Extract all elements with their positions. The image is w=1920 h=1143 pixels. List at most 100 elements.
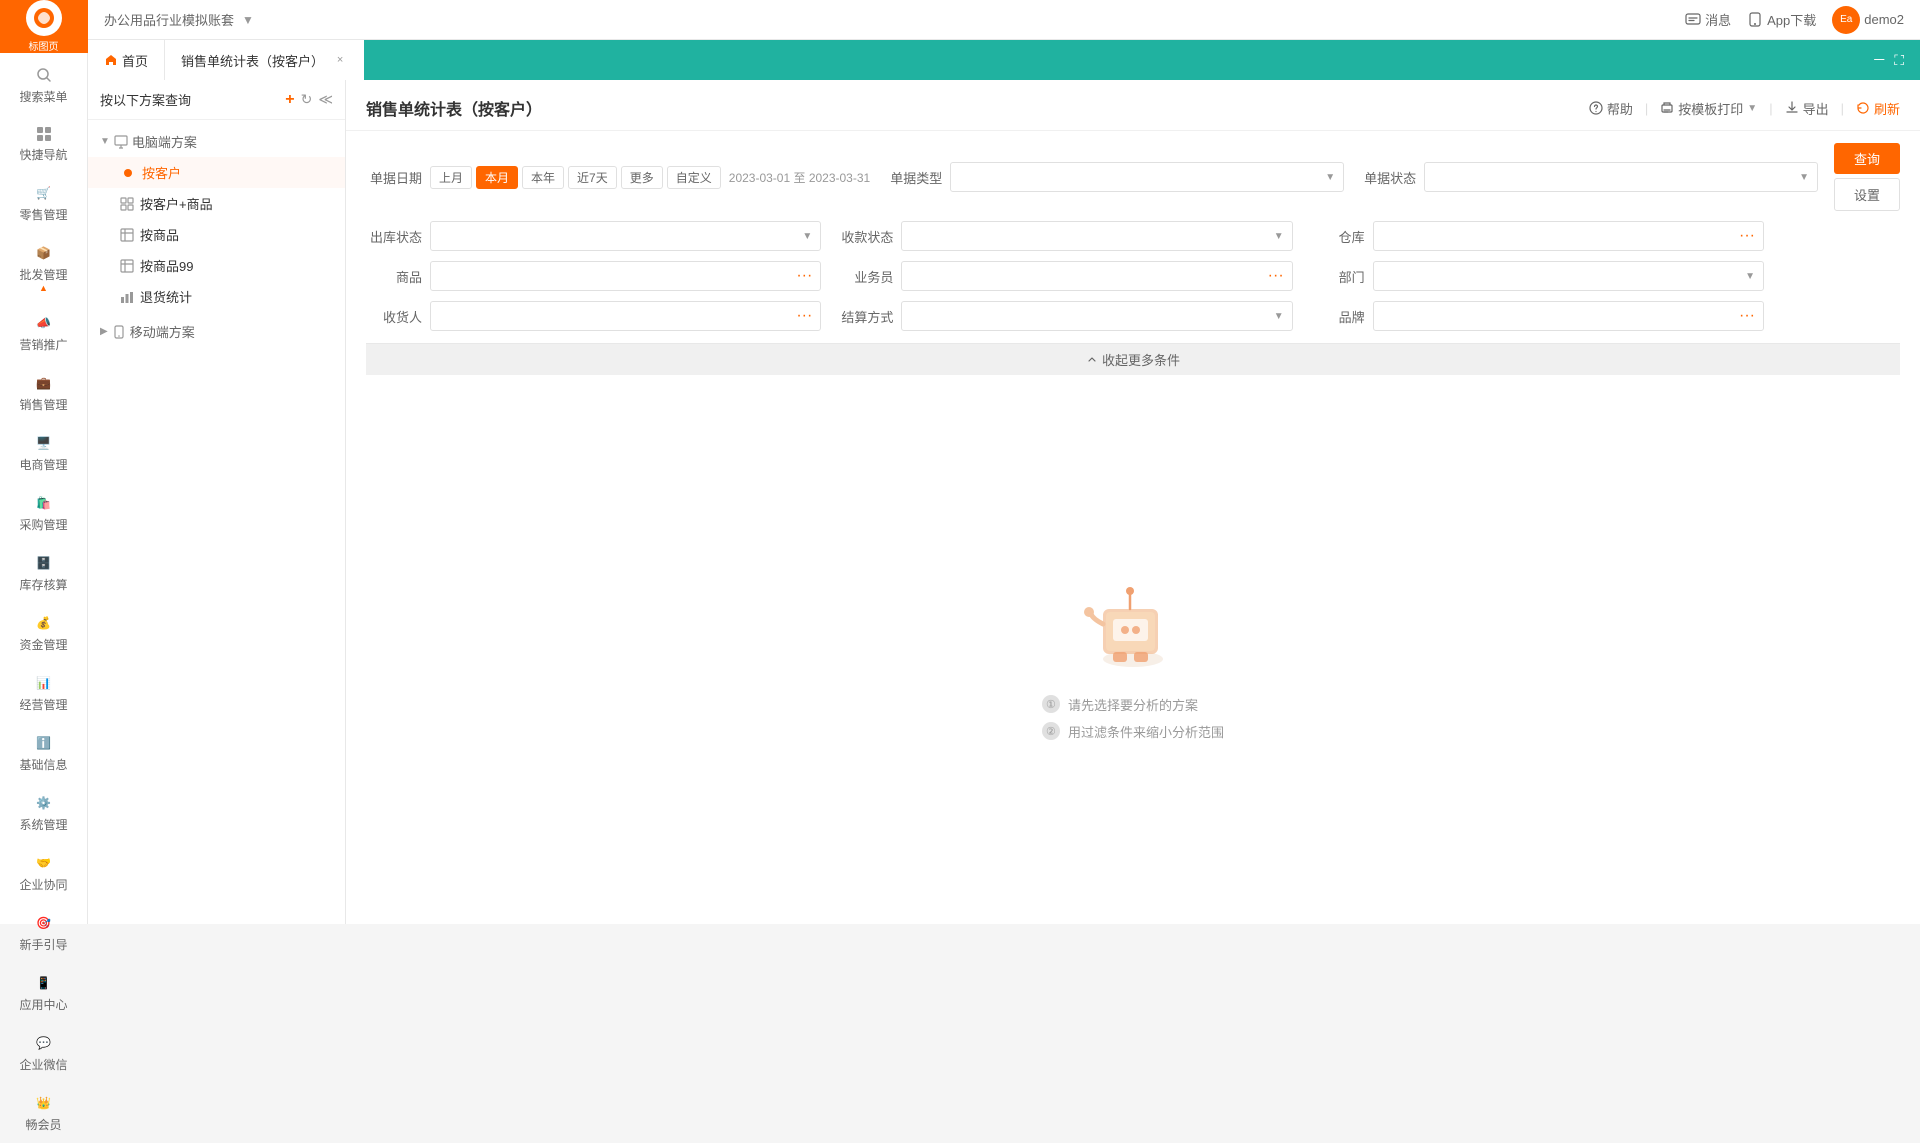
tree-item-goods99[interactable]: 按商品99 — [88, 250, 345, 281]
warehouse-more-btn[interactable]: ··· — [1739, 227, 1755, 245]
date-btn-custom[interactable]: 自定义 — [667, 166, 721, 189]
sidebar-item-wholesale[interactable]: 📦 批发管理 ▲ — [0, 233, 88, 303]
collapse-panel-button[interactable]: ≪ — [318, 91, 333, 108]
tree-mobile-section[interactable]: ▶ 移动端方案 — [88, 316, 345, 347]
left-panel: 按以下方案查询 + ↻ ≪ ▼ 电脑端方案 — [88, 80, 346, 924]
receiver-more-btn[interactable]: ··· — [796, 307, 812, 325]
sidebar-item-inventory[interactable]: 🗄️ 库存核算 — [0, 543, 88, 603]
salesperson-select[interactable]: ··· — [901, 261, 1292, 291]
warehouse-select[interactable]: ··· — [1373, 221, 1764, 251]
tab-home[interactable]: 首页 — [88, 40, 165, 80]
sidebar-item-finance[interactable]: 💰 资金管理 — [0, 603, 88, 663]
out-status-select[interactable]: ▼ — [430, 221, 821, 251]
sidebar-item-label-search: 搜索菜单 — [19, 88, 67, 105]
cooperation-icon: 🤝 — [34, 853, 54, 873]
filter-row-3: 商品 ··· 业务员 ··· — [366, 261, 1900, 291]
help-button[interactable]: 帮助 — [1589, 99, 1633, 118]
empty-state: ① 请先选择要分析的方案 ② 用过滤条件来缩小分析范围 — [346, 375, 1920, 924]
page-header: 销售单统计表（按客户） 帮助 | — [346, 80, 1920, 131]
tree-desktop-section[interactable]: ▼ 电脑端方案 — [88, 126, 345, 157]
tab-minimize-button[interactable]: － — [1872, 50, 1886, 70]
sidebar-item-system[interactable]: ⚙️ 系统管理 — [0, 783, 88, 843]
tree-item-customer-goods[interactable]: 按客户+商品 — [88, 188, 345, 219]
sidebar-item-marketing[interactable]: 📣 营销推广 — [0, 303, 88, 363]
refresh-button[interactable]: 刷新 — [1856, 99, 1900, 118]
tree-item-goods[interactable]: 按商品 — [88, 219, 345, 250]
brand-filter: 品牌 ··· — [1309, 301, 1764, 331]
date-btn-this-year[interactable]: 本年 — [522, 166, 564, 189]
tab-sales-report[interactable]: 销售单统计表（按客户） × — [165, 40, 364, 80]
order-status-select[interactable]: ▼ — [1424, 162, 1818, 192]
add-scheme-button[interactable]: + — [285, 91, 294, 109]
tree-mobile-label: 移动端方案 — [130, 322, 195, 341]
sidebar-item-app[interactable]: 📱 应用中心 — [0, 963, 88, 1023]
sidebar-item-member[interactable]: 👑 畅会员 — [0, 1083, 88, 1143]
refresh-scheme-button[interactable]: ↻ — [301, 91, 313, 108]
date-btn-this-month[interactable]: 本月 — [476, 166, 518, 189]
query-button[interactable]: 查询 — [1834, 143, 1900, 174]
app-icon: 📱 — [34, 973, 54, 993]
sidebar-item-wechat[interactable]: 💬 企业微信 — [0, 1023, 88, 1083]
sidebar-item-operation[interactable]: 📊 经营管理 — [0, 663, 88, 723]
tab-close-button[interactable]: × — [332, 52, 348, 68]
tree-item-return[interactable]: 退货统计 — [88, 281, 345, 312]
collapse-button[interactable]: 收起更多条件 — [366, 343, 1900, 375]
ecommerce-icon: 🖥️ — [34, 433, 54, 453]
bar-chart-icon — [120, 290, 134, 304]
sidebar-item-retail[interactable]: 🛒 零售管理 — [0, 173, 88, 233]
tip-num-1: ① — [1042, 695, 1060, 713]
sidebar-item-guide[interactable]: 🎯 新手引导 — [0, 903, 88, 963]
print-button[interactable]: 按模板打印 ▼ — [1660, 99, 1757, 118]
date-btn-7days[interactable]: 近7天 — [568, 166, 617, 189]
topbar-dropdown[interactable]: ▼ — [242, 13, 254, 27]
chart-grid-icon — [120, 197, 134, 211]
sidebar-item-ecommerce[interactable]: 🖥️ 电商管理 — [0, 423, 88, 483]
tree-item-label-goods99: 按商品99 — [140, 256, 193, 275]
operation-icon: 📊 — [34, 673, 54, 693]
app-download-button[interactable]: App下载 — [1747, 10, 1816, 29]
sidebar-item-nav[interactable]: 快捷导航 — [0, 113, 88, 173]
print-dropdown-arrow[interactable]: ▼ — [1747, 103, 1757, 114]
sidebar-item-cooperation[interactable]: 🤝 企业协同 — [0, 843, 88, 903]
sidebar-item-sales[interactable]: 💼 销售管理 — [0, 363, 88, 423]
date-filter-group: 单据日期 上月 本月 本年 近7天 更多 自定义 2023-03-01 至 20… — [366, 166, 870, 189]
sidebar-item-search[interactable]: 搜索菜单 — [0, 53, 88, 113]
collect-status-select[interactable]: ▼ — [901, 221, 1292, 251]
date-btn-last-month[interactable]: 上月 — [430, 166, 472, 189]
payment-select[interactable]: ▼ — [901, 301, 1292, 331]
main-area: 办公用品行业模拟账套 ▼ 消息 App下载 Ea demo2 — [88, 0, 1920, 924]
dept-label: 部门 — [1309, 267, 1365, 286]
dept-select[interactable]: ▼ — [1373, 261, 1764, 291]
brand-label: 品牌 — [1309, 307, 1365, 326]
filter-form: 单据日期 上月 本月 本年 近7天 更多 自定义 2023-03-01 至 20… — [366, 131, 1900, 343]
guide-icon: 🎯 — [34, 913, 54, 933]
sidebar-item-label-purchase: 采购管理 — [19, 516, 67, 533]
user-profile[interactable]: Ea demo2 — [1832, 6, 1904, 34]
sidebar-item-label-member: 畅会员 — [25, 1116, 61, 1133]
logo[interactable]: 标图页 — [0, 0, 88, 53]
print-icon — [1660, 101, 1674, 115]
goods-more-btn[interactable]: ··· — [796, 267, 812, 285]
sidebar: 标图页 搜索菜单 快捷导航 🛒 零售管理 📦 批发管理 ▲ — [0, 0, 88, 924]
receiver-select[interactable]: ··· — [430, 301, 821, 331]
export-button[interactable]: 导出 — [1785, 99, 1829, 118]
sidebar-item-label-nav: 快捷导航 — [19, 146, 67, 163]
setting-button[interactable]: 设置 — [1834, 178, 1900, 211]
goods-select[interactable]: ··· — [430, 261, 821, 291]
brand-select[interactable]: ··· — [1373, 301, 1764, 331]
brand-more-btn[interactable]: ··· — [1739, 307, 1755, 325]
sidebar-item-purchase[interactable]: 🛍️ 采购管理 — [0, 483, 88, 543]
salesperson-more-btn[interactable]: ··· — [1268, 267, 1284, 285]
empty-state-tips: ① 请先选择要分析的方案 ② 用过滤条件来缩小分析范围 — [1042, 695, 1224, 741]
payment-label: 结算方式 — [837, 307, 893, 326]
sidebar-item-label-wechat: 企业微信 — [19, 1056, 67, 1073]
order-type-filter: 单据类型 ▼ — [886, 162, 1344, 192]
date-btn-more[interactable]: 更多 — [621, 166, 663, 189]
marketing-icon: 📣 — [34, 313, 54, 333]
tab-maximize-button[interactable]: ⛶ — [1894, 52, 1904, 69]
tree-item-customer[interactable]: 按客户 — [88, 157, 345, 188]
message-button[interactable]: 消息 — [1685, 10, 1731, 29]
sidebar-item-info[interactable]: ℹ️ 基础信息 — [0, 723, 88, 783]
empty-illustration — [1073, 559, 1193, 679]
order-type-select[interactable]: ▼ — [950, 162, 1344, 192]
